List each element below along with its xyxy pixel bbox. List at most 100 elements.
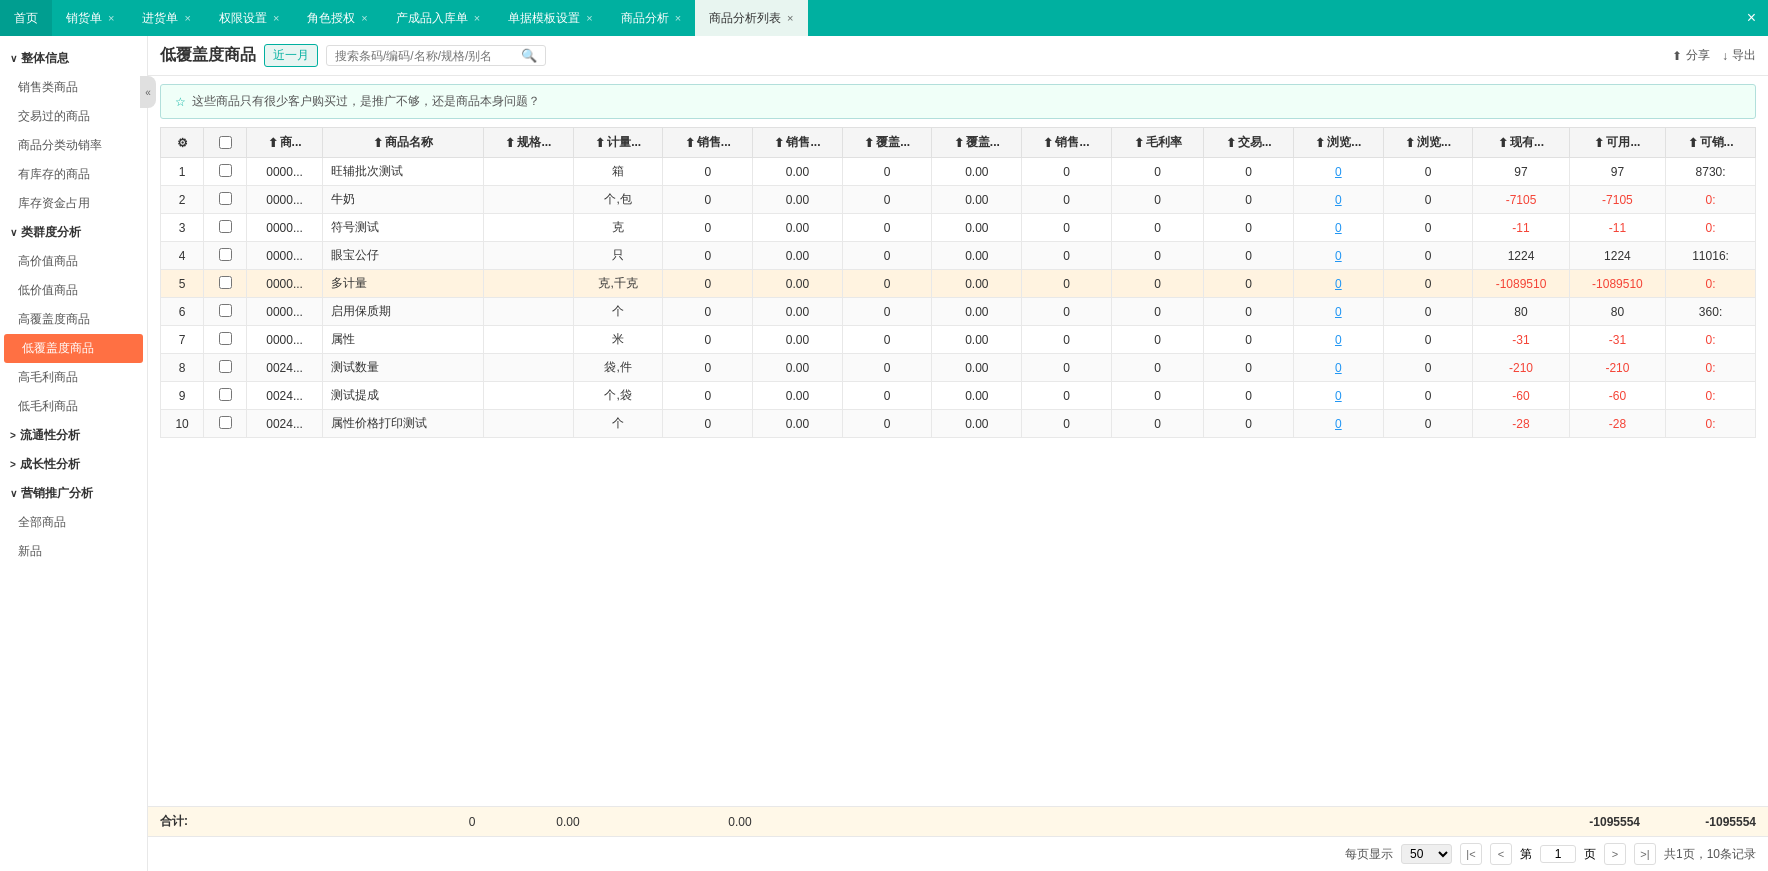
sidebar-item-stock-goods[interactable]: 有库存的商品 — [0, 160, 147, 189]
cell-checkbox[interactable] — [204, 242, 247, 270]
sidebar-cluster-analysis-header[interactable]: ∨ 类群度分析 — [0, 218, 147, 247]
nav-roles[interactable]: 角色授权 × — [293, 0, 381, 36]
th-code[interactable]: ⬆商... — [246, 128, 322, 158]
page-next-button[interactable]: > — [1604, 843, 1626, 865]
nav-goods-analysis-list[interactable]: 商品分析列表 × — [695, 0, 807, 36]
sidebar-item-category-turnover[interactable]: 商品分类动销率 — [0, 131, 147, 160]
cell-browse1[interactable]: 0 — [1294, 326, 1384, 354]
sidebar-item-sales-goods[interactable]: 销售类商品 — [0, 73, 147, 102]
export-button[interactable]: ↓ 导出 — [1722, 47, 1756, 64]
th-stock1[interactable]: ⬆现有... — [1473, 128, 1569, 158]
row-checkbox[interactable] — [219, 332, 232, 345]
cell-checkbox[interactable] — [204, 326, 247, 354]
browse-link[interactable]: 0 — [1335, 165, 1342, 179]
cell-checkbox[interactable] — [204, 270, 247, 298]
th-trans[interactable]: ⬆交易... — [1204, 128, 1294, 158]
nav-purchase[interactable]: 进货单 × — [128, 0, 204, 36]
cell-checkbox[interactable] — [204, 354, 247, 382]
close-icon[interactable]: × — [108, 12, 114, 24]
browse-link[interactable]: 0 — [1335, 361, 1342, 375]
page-first-button[interactable]: |< — [1460, 843, 1482, 865]
close-icon[interactable]: × — [361, 12, 367, 24]
sidebar-item-all-goods[interactable]: 全部商品 — [0, 508, 147, 537]
page-last-button[interactable]: >| — [1634, 843, 1656, 865]
sidebar-item-high-value[interactable]: 高价值商品 — [0, 247, 147, 276]
sidebar-liquidity-header[interactable]: > 流通性分析 — [0, 421, 147, 450]
th-sales3[interactable]: ⬆销售... — [1022, 128, 1112, 158]
close-icon[interactable]: × — [273, 12, 279, 24]
browse-link[interactable]: 0 — [1335, 305, 1342, 319]
browse-link[interactable]: 0 — [1335, 417, 1342, 431]
sidebar-item-low-margin[interactable]: 低毛利商品 — [0, 392, 147, 421]
nav-permissions[interactable]: 权限设置 × — [205, 0, 293, 36]
close-icon[interactable]: × — [474, 12, 480, 24]
share-button[interactable]: ⬆ 分享 — [1672, 47, 1710, 64]
th-cover2[interactable]: ⬆覆盖... — [932, 128, 1022, 158]
page-size-select[interactable]: 50 100 200 — [1401, 844, 1452, 864]
nav-sales[interactable]: 销货单 × — [52, 0, 128, 36]
browse-link[interactable]: 0 — [1335, 249, 1342, 263]
th-spec[interactable]: ⬆规格... — [484, 128, 574, 158]
nav-template-settings[interactable]: 单据模板设置 × — [494, 0, 606, 36]
browse-link[interactable]: 0 — [1335, 389, 1342, 403]
row-checkbox[interactable] — [219, 248, 232, 261]
sidebar-item-low-coverage[interactable]: 低覆盖度商品 — [4, 334, 143, 363]
th-unit[interactable]: ⬆计量... — [573, 128, 663, 158]
cell-browse1[interactable]: 0 — [1294, 214, 1384, 242]
row-checkbox[interactable] — [219, 164, 232, 177]
cell-browse1[interactable]: 0 — [1294, 242, 1384, 270]
settings-icon[interactable]: ⚙ — [177, 136, 188, 150]
sidebar-collapse-button[interactable]: « — [140, 76, 156, 108]
row-checkbox[interactable] — [219, 416, 232, 429]
close-icon[interactable]: × — [675, 12, 681, 24]
nav-home[interactable]: 首页 — [0, 0, 52, 36]
th-sellable[interactable]: ⬆可销... — [1666, 128, 1756, 158]
browse-link[interactable]: 0 — [1335, 333, 1342, 347]
cell-checkbox[interactable] — [204, 186, 247, 214]
cell-checkbox[interactable] — [204, 214, 247, 242]
cell-checkbox[interactable] — [204, 382, 247, 410]
row-checkbox[interactable] — [219, 360, 232, 373]
close-icon[interactable]: × — [586, 12, 592, 24]
sidebar-growth-header[interactable]: > 成长性分析 — [0, 450, 147, 479]
close-icon[interactable]: × — [787, 12, 793, 24]
select-all-checkbox[interactable] — [219, 136, 232, 149]
sidebar-item-traded-goods[interactable]: 交易过的商品 — [0, 102, 147, 131]
th-settings[interactable]: ⚙ — [161, 128, 204, 158]
th-sales-qty[interactable]: ⬆销售... — [663, 128, 753, 158]
page-input[interactable] — [1540, 845, 1576, 863]
sidebar-overall-header[interactable]: ∨ 整体信息 — [0, 44, 147, 73]
row-checkbox[interactable] — [219, 276, 232, 289]
browse-link[interactable]: 0 — [1335, 193, 1342, 207]
row-checkbox[interactable] — [219, 304, 232, 317]
th-checkbox[interactable] — [204, 128, 247, 158]
cell-browse1[interactable]: 0 — [1294, 382, 1384, 410]
cell-browse1[interactable]: 0 — [1294, 270, 1384, 298]
th-name[interactable]: ⬆商品名称 — [323, 128, 484, 158]
row-checkbox[interactable] — [219, 220, 232, 233]
sidebar-item-high-margin[interactable]: 高毛利商品 — [0, 363, 147, 392]
th-cover1[interactable]: ⬆覆盖... — [842, 128, 932, 158]
page-prev-button[interactable]: < — [1490, 843, 1512, 865]
cell-browse1[interactable]: 0 — [1294, 158, 1384, 186]
cell-browse1[interactable]: 0 — [1294, 186, 1384, 214]
search-input[interactable] — [335, 49, 521, 63]
sidebar-item-high-coverage[interactable]: 高覆盖度商品 — [0, 305, 147, 334]
th-sales-amt[interactable]: ⬆销售... — [753, 128, 843, 158]
th-browse1[interactable]: ⬆浏览... — [1294, 128, 1384, 158]
sidebar-item-stock-capital[interactable]: 库存资金占用 — [0, 189, 147, 218]
cell-browse1[interactable]: 0 — [1294, 298, 1384, 326]
nav-finished-goods[interactable]: 产成品入库单 × — [382, 0, 494, 36]
row-checkbox[interactable] — [219, 192, 232, 205]
cell-browse1[interactable]: 0 — [1294, 410, 1384, 438]
nav-goods-analysis[interactable]: 商品分析 × — [607, 0, 695, 36]
filter-button[interactable]: 近一月 — [264, 44, 318, 67]
close-all-button[interactable]: × — [1747, 9, 1768, 27]
th-browse2[interactable]: ⬆浏览... — [1383, 128, 1473, 158]
browse-link[interactable]: 0 — [1335, 277, 1342, 291]
sidebar-item-new-goods[interactable]: 新品 — [0, 537, 147, 566]
close-icon[interactable]: × — [184, 12, 190, 24]
cell-checkbox[interactable] — [204, 298, 247, 326]
th-stock2[interactable]: ⬆可用... — [1569, 128, 1665, 158]
sidebar-marketing-header[interactable]: ∨ 营销推广分析 — [0, 479, 147, 508]
